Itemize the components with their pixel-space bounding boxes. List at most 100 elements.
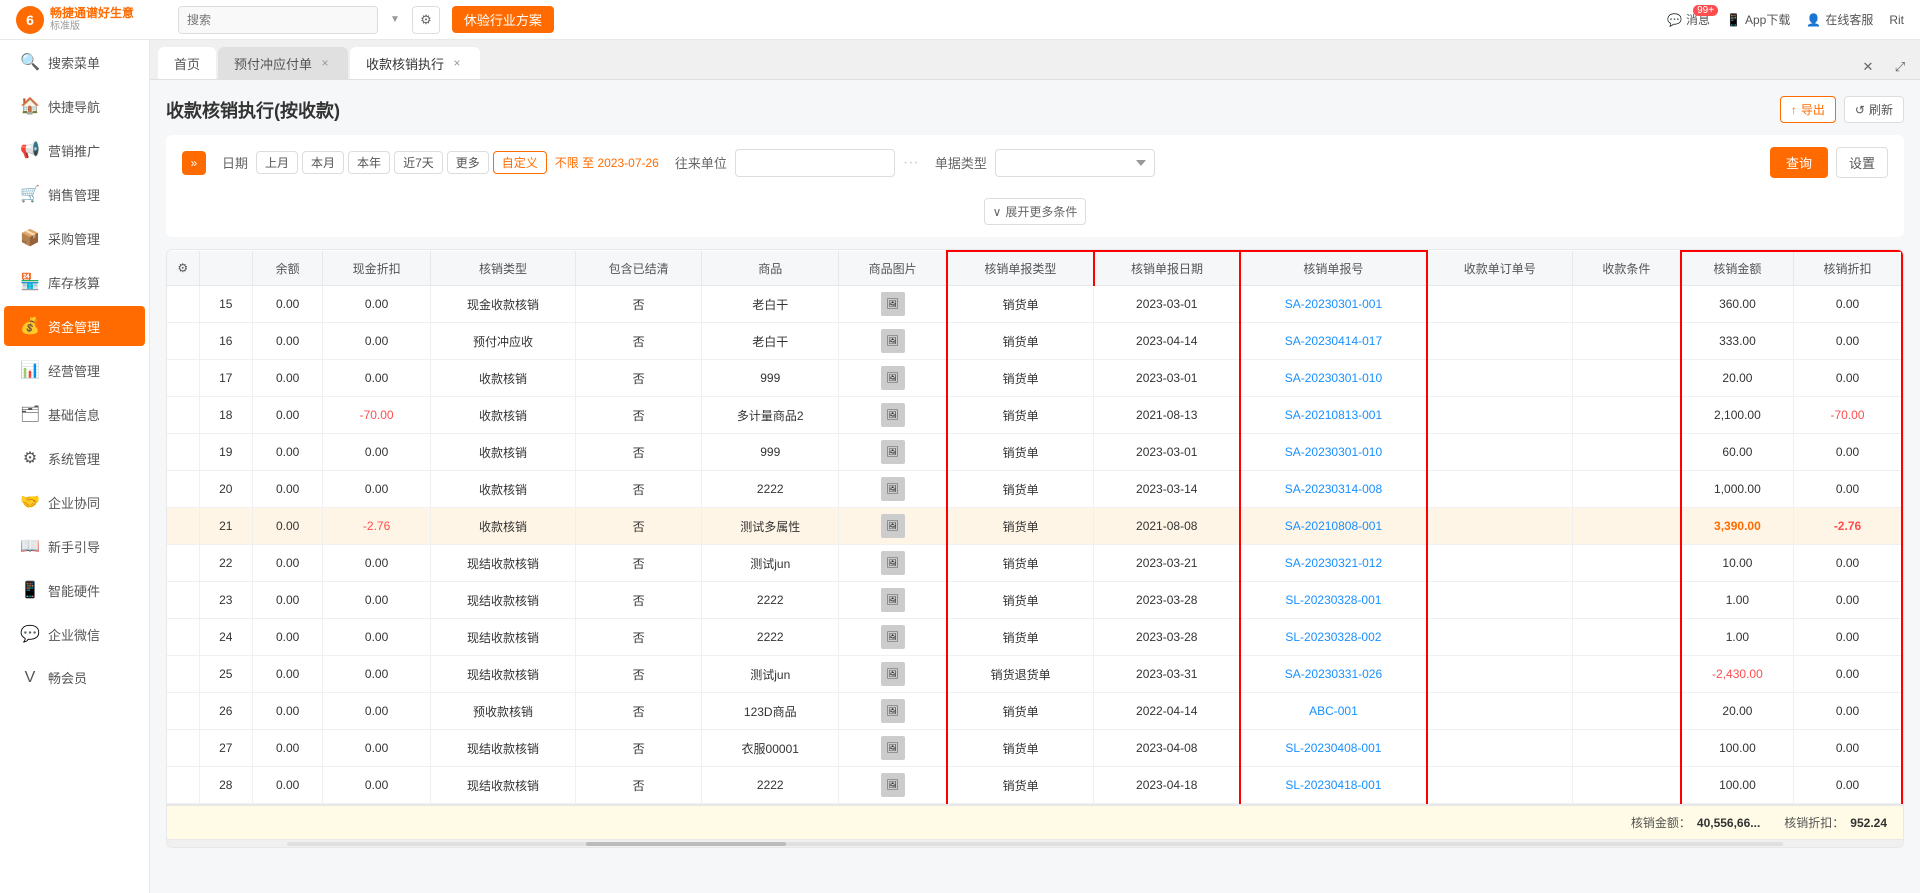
page-content: 收款核销执行(按收款) ↑ 导出 ↺ 刷新 » 日期 bbox=[150, 80, 1920, 893]
sidebar-item-enterprise[interactable]: 🤝企业协同 bbox=[4, 482, 145, 522]
row-empty bbox=[167, 767, 199, 804]
row-cancel-bill-no: SA-20230301-010 bbox=[1240, 360, 1426, 397]
row-balance: 0.00 bbox=[253, 619, 323, 656]
app-download-item[interactable]: 📱 App下载 bbox=[1726, 11, 1790, 28]
cancel-bill-no-link[interactable]: SA-20210808-001 bbox=[1285, 519, 1382, 533]
row-goods: 老白干 bbox=[702, 323, 839, 360]
sidebar-item-finance[interactable]: 💰资金管理 bbox=[4, 306, 145, 346]
cancel-bill-no-link[interactable]: SL-20230418-001 bbox=[1285, 778, 1381, 792]
tab-prepay[interactable]: 预付冲应付单 × bbox=[218, 47, 348, 79]
filter-unit-dots[interactable]: ··· bbox=[903, 154, 919, 172]
search-input[interactable] bbox=[178, 6, 378, 34]
filter-expand-button[interactable]: » bbox=[182, 151, 206, 175]
row-empty bbox=[167, 545, 199, 582]
refresh-button[interactable]: ↺ 刷新 bbox=[1844, 96, 1904, 123]
date-btn-custom[interactable]: 自定义 bbox=[493, 151, 547, 174]
footer-cancel-discount-label: 核销折扣： bbox=[1784, 814, 1844, 831]
sidebar-item-system[interactable]: ⚙系统管理 bbox=[4, 438, 145, 478]
date-btn-7days[interactable]: 近7天 bbox=[394, 151, 443, 174]
row-cancel-bill-type: 销货单 bbox=[947, 730, 1094, 767]
sidebar-item-operations[interactable]: 📊经营管理 bbox=[4, 350, 145, 390]
row-goods: 老白干 bbox=[702, 286, 839, 323]
sidebar-item-purchase[interactable]: 📦采购管理 bbox=[4, 218, 145, 258]
row-cancel-bill-date: 2023-04-18 bbox=[1094, 767, 1241, 804]
cancel-bill-no-link[interactable]: SA-20210813-001 bbox=[1285, 408, 1382, 422]
col-cancel-amount: 核销金额 bbox=[1681, 251, 1794, 286]
cancel-bill-no-link[interactable]: SL-20230328-001 bbox=[1285, 593, 1381, 607]
row-receipt-order-no bbox=[1427, 434, 1573, 471]
date-btn-this-year[interactable]: 本年 bbox=[348, 151, 390, 174]
sidebar-item-search[interactable]: 🔍搜索菜单 bbox=[4, 42, 145, 82]
sidebar-item-marketing[interactable]: 📢营销推广 bbox=[4, 130, 145, 170]
logo-icon: 6 bbox=[16, 6, 44, 34]
row-cancel-bill-date: 2023-03-28 bbox=[1094, 582, 1241, 619]
cancel-bill-no-link[interactable]: SA-20230331-026 bbox=[1285, 667, 1382, 681]
sidebar-item-member[interactable]: V畅会员 bbox=[4, 658, 145, 697]
date-btn-more[interactable]: 更多 bbox=[447, 151, 489, 174]
gear-button[interactable]: ⚙ bbox=[412, 6, 440, 34]
sidebar-item-hardware[interactable]: 📱智能硬件 bbox=[4, 570, 145, 610]
col-cancel-bill-type: 核销单报类型 bbox=[947, 251, 1094, 286]
cancel-bill-no-link[interactable]: SA-20230301-001 bbox=[1285, 297, 1382, 311]
row-balance: 0.00 bbox=[253, 767, 323, 804]
sidebar-item-wechat[interactable]: 💬企业微信 bbox=[4, 614, 145, 654]
tab-receipt-close[interactable]: × bbox=[450, 56, 464, 70]
content-area: 首页 预付冲应付单 × 收款核销执行 × ✕ ⤢ 收款核销执行(按收款) bbox=[150, 40, 1920, 893]
row-goods: 2222 bbox=[702, 471, 839, 508]
cancel-bill-no-link[interactable]: SA-20230414-017 bbox=[1285, 334, 1382, 348]
refresh-icon: ↺ bbox=[1855, 103, 1865, 117]
search-dropdown-arrow[interactable]: ▼ bbox=[390, 14, 400, 25]
row-seq: 17 bbox=[199, 360, 253, 397]
row-empty bbox=[167, 730, 199, 767]
col-settings[interactable]: ⚙ bbox=[167, 251, 199, 286]
industry-button[interactable]: 休验行业方案 bbox=[452, 6, 554, 33]
tab-home[interactable]: 首页 bbox=[158, 47, 216, 79]
expand-more-button[interactable]: ∨ 展开更多条件 bbox=[984, 198, 1087, 225]
filter-type-group: 单据类型 bbox=[935, 149, 1155, 177]
cancel-bill-no-link[interactable]: SA-20230321-012 bbox=[1285, 556, 1382, 570]
row-receipt-order-no bbox=[1427, 471, 1573, 508]
app-download-label: App下载 bbox=[1745, 11, 1790, 28]
cancel-bill-no-link[interactable]: SL-20230408-001 bbox=[1285, 741, 1381, 755]
filter-type-select[interactable] bbox=[995, 149, 1155, 177]
tab-receipt-label: 收款核销执行 bbox=[366, 54, 444, 73]
cancel-bill-no-link[interactable]: SL-20230328-002 bbox=[1285, 630, 1381, 644]
row-seq: 20 bbox=[199, 471, 253, 508]
service-icon: 👤 bbox=[1806, 13, 1821, 27]
cancel-bill-no-link[interactable]: ABC-001 bbox=[1309, 704, 1358, 718]
date-btn-this-month[interactable]: 本月 bbox=[302, 151, 344, 174]
sidebar: 🔍搜索菜单🏠快捷导航📢营销推广🛒销售管理📦采购管理🏪库存核算💰资金管理📊经营管理… bbox=[0, 40, 150, 893]
table-scroll[interactable]: ⚙ 余额 现金折扣 核销类型 包含已结清 商品 商品图片 核销单报类型 核销单报… bbox=[167, 250, 1903, 804]
tab-receipt[interactable]: 收款核销执行 × bbox=[350, 47, 480, 79]
restore-button[interactable]: ⤢ bbox=[1888, 55, 1912, 79]
horizontal-scrollbar[interactable] bbox=[167, 839, 1903, 847]
filter-type-label: 单据类型 bbox=[935, 153, 987, 172]
scrollbar-thumb[interactable] bbox=[586, 842, 786, 846]
sidebar-label-basic: 基础信息 bbox=[48, 405, 100, 424]
sidebar-item-quick-nav[interactable]: 🏠快捷导航 bbox=[4, 86, 145, 126]
export-button[interactable]: ↑ 导出 bbox=[1780, 96, 1836, 123]
query-button[interactable]: 查询 bbox=[1770, 147, 1828, 178]
cancel-bill-no-link[interactable]: SA-20230301-010 bbox=[1285, 371, 1382, 385]
sidebar-item-guide[interactable]: 📖新手引导 bbox=[4, 526, 145, 566]
row-receipt-condition bbox=[1572, 545, 1680, 582]
cancel-bill-no-link[interactable]: SA-20230314-008 bbox=[1285, 482, 1382, 496]
sidebar-item-basic[interactable]: 🗂基础信息 bbox=[4, 394, 145, 434]
user-name[interactable]: Rit bbox=[1889, 13, 1904, 27]
filter-settings-button[interactable]: 设置 bbox=[1836, 147, 1888, 178]
row-cancel-bill-type: 销货单 bbox=[947, 471, 1094, 508]
row-cash-discount: 0.00 bbox=[323, 323, 431, 360]
notification-item[interactable]: 💬 消息 99+ bbox=[1667, 11, 1710, 28]
sidebar-item-inventory[interactable]: 🏪库存核算 bbox=[4, 262, 145, 302]
row-receipt-order-no bbox=[1427, 582, 1573, 619]
row-cancel-bill-type: 销货单 bbox=[947, 545, 1094, 582]
filter-unit-input[interactable] bbox=[735, 149, 895, 177]
row-balance: 0.00 bbox=[253, 323, 323, 360]
tab-prepay-close[interactable]: × bbox=[318, 56, 332, 70]
row-cancel-discount: -70.00 bbox=[1793, 397, 1902, 434]
sidebar-item-sales[interactable]: 🛒销售管理 bbox=[4, 174, 145, 214]
close-all-tabs-button[interactable]: ✕ bbox=[1856, 55, 1880, 79]
cancel-bill-no-link[interactable]: SA-20230301-010 bbox=[1285, 445, 1382, 459]
date-btn-last-month[interactable]: 上月 bbox=[256, 151, 298, 174]
online-service-item[interactable]: 👤 在线客服 bbox=[1806, 11, 1873, 28]
